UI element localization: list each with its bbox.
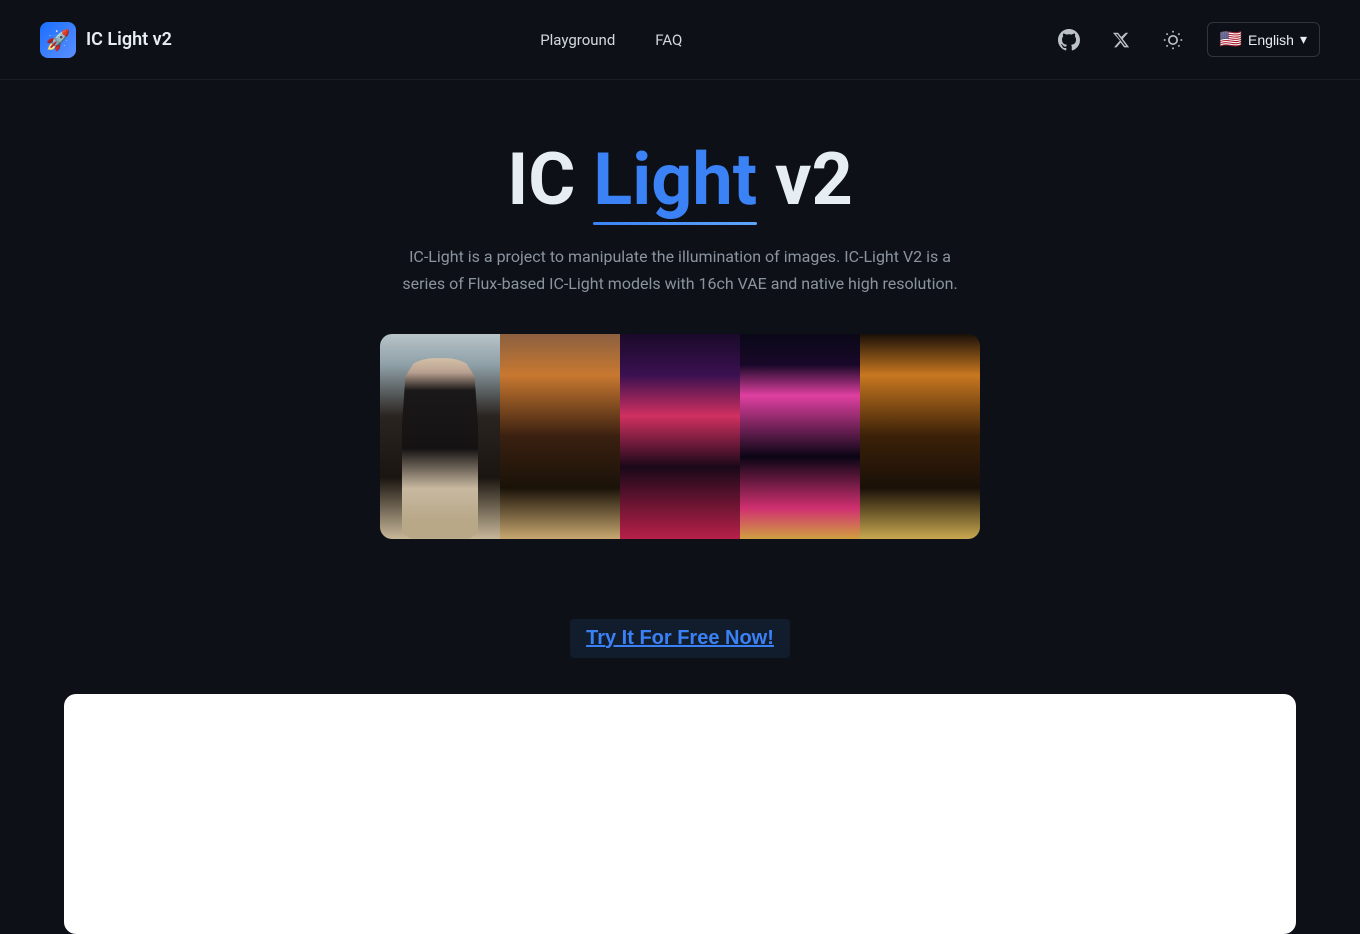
image-2 — [500, 334, 620, 539]
image-panel-1 — [380, 334, 500, 539]
x-icon — [1112, 31, 1130, 49]
github-button[interactable] — [1051, 22, 1087, 58]
title-suffix: v2 — [757, 137, 853, 222]
hero-section: IC Light v2 IC-Light is a project to man… — [0, 80, 1360, 619]
title-prefix: IC — [507, 137, 593, 222]
nav-link-faq[interactable]: FAQ — [655, 31, 682, 49]
title-highlight: Light — [593, 140, 757, 219]
cta-button[interactable]: Try It For Free Now! — [570, 619, 790, 658]
nav-link-playground[interactable]: Playground — [540, 31, 615, 49]
cta-section: Try It For Free Now! — [0, 619, 1360, 658]
navbar-actions: 🇺🇸 English ▾ — [1051, 22, 1320, 58]
image-strip — [380, 334, 980, 539]
sun-icon — [1163, 30, 1183, 50]
image-5 — [860, 334, 980, 539]
logo-text: IC Light v2 — [86, 29, 172, 50]
hero-description: IC-Light is a project to manipulate the … — [390, 243, 970, 297]
twitter-button[interactable] — [1103, 22, 1139, 58]
language-selector[interactable]: 🇺🇸 English ▾ — [1207, 22, 1320, 57]
theme-toggle-button[interactable] — [1155, 22, 1191, 58]
flag-icon: 🇺🇸 — [1220, 29, 1242, 50]
navbar: 🚀 IC Light v2 Playground FAQ — [0, 0, 1360, 80]
nav-links: Playground FAQ — [540, 31, 682, 49]
logo-icon: 🚀 — [40, 22, 76, 58]
image-1 — [380, 334, 500, 539]
github-icon — [1058, 29, 1080, 51]
image-panel-5 — [860, 334, 980, 539]
image-panel-4 — [740, 334, 860, 539]
image-3 — [620, 334, 740, 539]
chevron-down-icon: ▾ — [1300, 31, 1307, 48]
hero-title: IC Light v2 — [507, 140, 853, 219]
logo[interactable]: 🚀 IC Light v2 — [40, 22, 172, 58]
language-label: English — [1248, 32, 1294, 48]
image-panel-2 — [500, 334, 620, 539]
image-panel-3 — [620, 334, 740, 539]
image-4 — [740, 334, 860, 539]
playground-card — [64, 694, 1296, 934]
